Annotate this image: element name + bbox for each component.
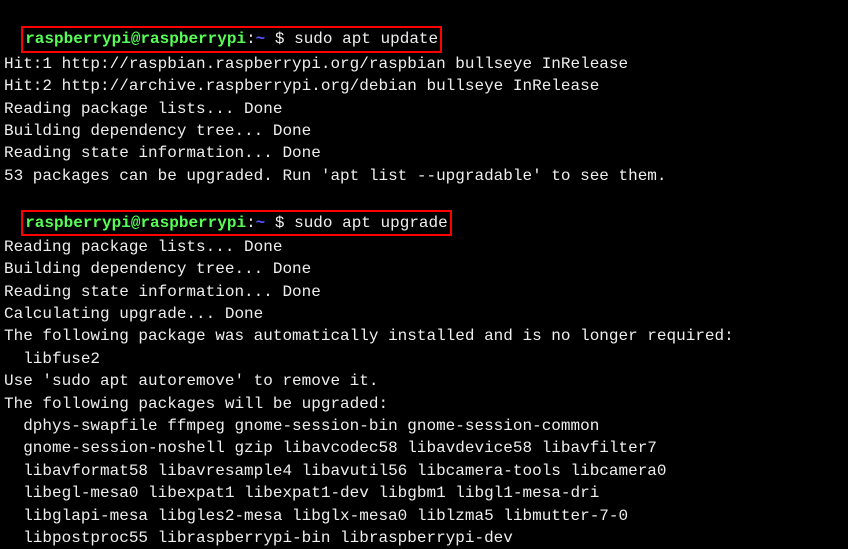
terminal-output: Calculating upgrade... Done (4, 303, 844, 325)
terminal-output: The following package was automatically … (4, 325, 844, 347)
at-sign: @ (131, 214, 141, 232)
terminal-output: Building dependency tree... Done (4, 258, 844, 280)
dollar-sign: $ (265, 30, 294, 48)
command-input[interactable]: sudo apt update (294, 30, 438, 48)
prompt-path: ~ (256, 30, 266, 48)
terminal-output: libglapi-mesa libgles2-mesa libglx-mesa0… (4, 505, 844, 527)
terminal-output: gnome-session-noshell gzip libavcodec58 … (4, 437, 844, 459)
terminal-output: Reading state information... Done (4, 142, 844, 164)
colon: : (246, 30, 256, 48)
prompt-line-1: raspberrypi@raspberrypi:~ $ sudo apt upd… (4, 4, 844, 53)
terminal-output: Reading package lists... Done (4, 98, 844, 120)
terminal-output: libegl-mesa0 libexpat1 libexpat1-dev lib… (4, 482, 844, 504)
prompt-path: ~ (256, 214, 266, 232)
highlight-box-1: raspberrypi@raspberrypi:~ $ sudo apt upd… (21, 26, 442, 52)
terminal-output: dphys-swapfile ffmpeg gnome-session-bin … (4, 415, 844, 437)
prompt-host: raspberrypi (140, 30, 246, 48)
prompt-line-2: raspberrypi@raspberrypi:~ $ sudo apt upg… (4, 187, 844, 236)
terminal-output: Hit:2 http://archive.raspberrypi.org/deb… (4, 75, 844, 97)
prompt-host: raspberrypi (140, 214, 246, 232)
terminal-output: Reading package lists... Done (4, 236, 844, 258)
prompt-user: raspberrypi (25, 30, 131, 48)
terminal-output: The following packages will be upgraded: (4, 393, 844, 415)
terminal-output: Hit:1 http://raspbian.raspberrypi.org/ra… (4, 53, 844, 75)
terminal-output: Building dependency tree... Done (4, 120, 844, 142)
colon: : (246, 214, 256, 232)
terminal-output: 53 packages can be upgraded. Run 'apt li… (4, 165, 844, 187)
terminal-output: libfuse2 (4, 348, 844, 370)
at-sign: @ (131, 30, 141, 48)
command-input[interactable]: sudo apt upgrade (294, 214, 448, 232)
prompt-user: raspberrypi (25, 214, 131, 232)
terminal-output: Reading state information... Done (4, 281, 844, 303)
dollar-sign: $ (265, 214, 294, 232)
terminal-output: libavformat58 libavresample4 libavutil56… (4, 460, 844, 482)
highlight-box-2: raspberrypi@raspberrypi:~ $ sudo apt upg… (21, 210, 452, 236)
terminal-output: Use 'sudo apt autoremove' to remove it. (4, 370, 844, 392)
terminal-output: libpostproc55 libraspberrypi-bin librasp… (4, 527, 844, 549)
